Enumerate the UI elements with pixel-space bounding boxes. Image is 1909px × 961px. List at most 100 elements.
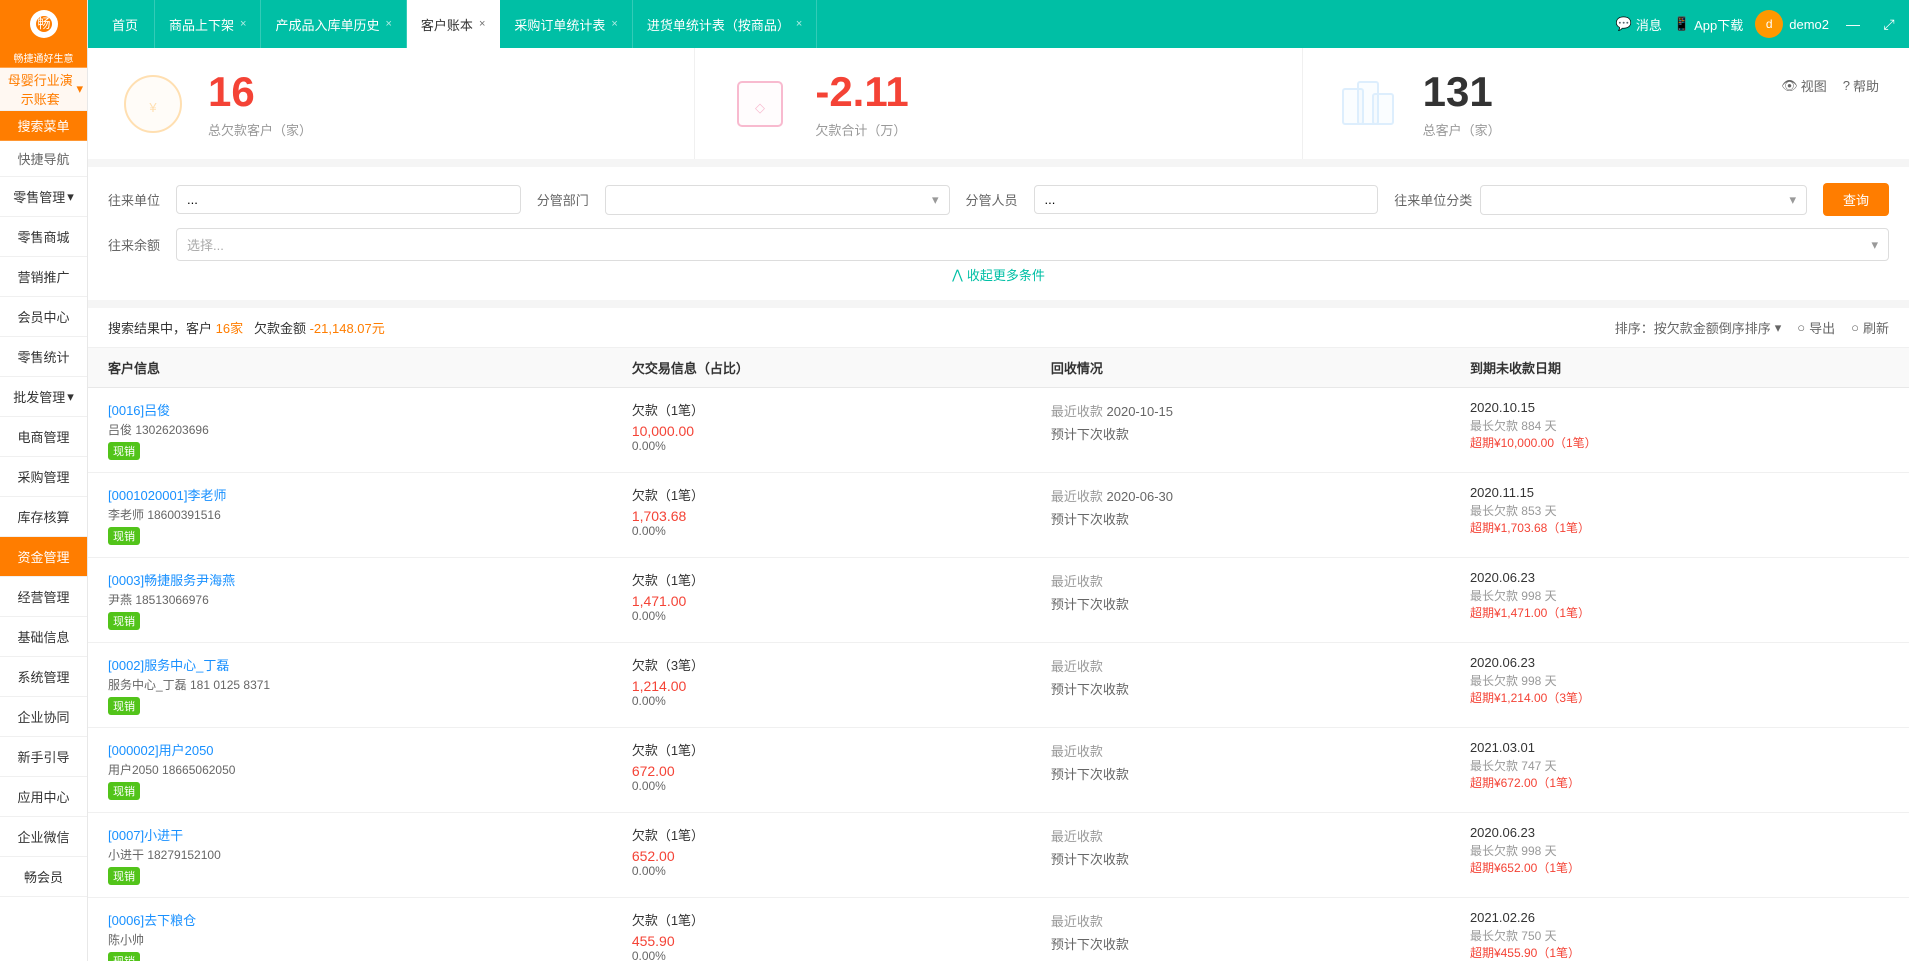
unit-category-filter: 往来单位分类 ▾ [1394, 185, 1807, 215]
sidebar-item-vip[interactable]: 畅会员 [0, 857, 87, 897]
collapse-filters-btn[interactable]: ⋀ 收起更多条件 [108, 265, 1889, 284]
debt-amount-2[interactable]: 1,471.00 [632, 593, 1051, 609]
customer-contact-0: 吕俊 13026203696 [108, 421, 632, 438]
customer-name-3[interactable]: [0002]服务中心_丁磊 [108, 655, 632, 674]
customer-name-0[interactable]: [0016]吕俊 [108, 400, 632, 419]
company-selector[interactable]: 母婴行业演示账套 ▾ [0, 68, 87, 111]
unit-category-select[interactable]: ▾ [1480, 185, 1807, 215]
sidebar-item-business[interactable]: 经营管理 [0, 577, 87, 617]
sidebar-item-capital[interactable]: 资金管理 [0, 537, 87, 577]
tab-incoming-stats[interactable]: 进货单统计表（按商品） × [633, 0, 817, 48]
tab-products-close[interactable]: × [240, 18, 246, 30]
search-button[interactable]: 查询 [1823, 183, 1889, 216]
customer-cell-1: [0001020001]李老师 李老师 18600391516 现销 [108, 485, 632, 545]
sidebar-item-retail-mall[interactable]: 零售商城 [0, 217, 87, 257]
customer-name-1[interactable]: [0001020001]李老师 [108, 485, 632, 504]
overdue-amount-6[interactable]: 超期¥455.90（1笔） [1470, 944, 1889, 961]
sidebar-search-area[interactable]: 搜索菜单 [0, 111, 87, 141]
sidebar-item-retail-mgmt[interactable]: 零售管理 ▾ [0, 177, 87, 217]
topbar: 首页 商品上下架 × 产成品入库单历史 × 客户账本 × 采购订单统计表 × 进… [88, 0, 1909, 48]
tab-home[interactable]: 首页 [96, 0, 155, 48]
refresh-btn[interactable]: ○ 刷新 [1851, 318, 1889, 337]
debt-amount-0[interactable]: 10,000.00 [632, 423, 1051, 439]
view-icon: 👁 [1781, 78, 1798, 94]
customer-name-4[interactable]: [000002]用户2050 [108, 740, 632, 759]
customer-name-2[interactable]: [0003]畅捷服务尹海燕 [108, 570, 632, 589]
inventory-label: 库存核算 [6, 507, 81, 526]
collection-cell-5: 最近收款 预计下次收款 [1051, 825, 1470, 872]
sidebar-item-marketing[interactable]: 营销推广 [0, 257, 87, 297]
debt-count-4: 欠款（1笔） [632, 740, 1051, 759]
from-unit-dots: ... [187, 192, 198, 207]
debt-amount-4[interactable]: 672.00 [632, 763, 1051, 779]
sidebar-item-enterprise-wechat[interactable]: 企业微信 [0, 817, 87, 857]
overdue-amount-4[interactable]: 超期¥672.00（1笔） [1470, 774, 1889, 791]
dept-select[interactable]: ▾ [605, 185, 950, 215]
overdue-amount-3[interactable]: 超期¥1,214.00（3笔） [1470, 689, 1889, 706]
window-maximize-btn[interactable]: ⤢ [1877, 12, 1901, 36]
sidebar-item-inventory[interactable]: 库存核算 [0, 497, 87, 537]
due-date-1: 2020.11.15 [1470, 485, 1889, 500]
overdue-amount-0[interactable]: 超期¥10,000.00（1笔） [1470, 434, 1889, 451]
due-date-3: 2020.06.23 [1470, 655, 1889, 670]
sidebar-item-app-center[interactable]: 应用中心 [0, 777, 87, 817]
tab-purchase-order-close[interactable]: × [611, 18, 617, 30]
due-date-0: 2020.10.15 [1470, 400, 1889, 415]
customer-contact-3: 服务中心_丁磊 181 0125 8371 [108, 676, 632, 693]
sidebar-item-new-guide[interactable]: 新手引导 [0, 737, 87, 777]
debt-cell-2: 欠款（1笔） 1,471.00 0.00% [632, 570, 1051, 623]
debt-amount-1[interactable]: 1,703.68 [632, 508, 1051, 524]
view-btn[interactable]: 👁 视图 [1781, 76, 1827, 95]
tab-incoming-stats-close[interactable]: × [796, 18, 802, 30]
due-date-5: 2020.06.23 [1470, 825, 1889, 840]
debt-count-0: 欠款（1笔） [632, 400, 1051, 419]
amount-label: 欠款金额 [254, 321, 306, 336]
overdue-amount-5[interactable]: 超期¥652.00（1笔） [1470, 859, 1889, 876]
overdue-amount-2[interactable]: 超期¥1,471.00（1笔） [1470, 604, 1889, 621]
help-btn[interactable]: ? 帮助 [1843, 76, 1879, 95]
stats-row: ¥ 16 总欠款客户（家） ◇ -2.11 欠款合计（万） [88, 48, 1909, 159]
dept-filter: 分管部门 ▾ [537, 185, 950, 215]
sidebar-item-purchase[interactable]: 采购管理 [0, 457, 87, 497]
export-btn[interactable]: ○ 导出 [1797, 318, 1835, 337]
overdue-amount-1[interactable]: 超期¥1,703.68（1笔） [1470, 519, 1889, 536]
retail-mall-label: 零售商城 [6, 227, 81, 246]
from-unit-input[interactable]: ... [176, 185, 521, 214]
col-customer-info: 客户信息 [108, 358, 632, 377]
sidebar-item-ecommerce[interactable]: 电商管理 [0, 417, 87, 457]
tab-customer-account-label: 客户账本 [421, 15, 473, 34]
sidebar-item-enterprise[interactable]: 企业协同 [0, 697, 87, 737]
debt-amount-6[interactable]: 455.90 [632, 933, 1051, 949]
tab-customer-account-close[interactable]: × [479, 18, 485, 30]
tab-customer-account[interactable]: 客户账本 × [407, 0, 500, 48]
sidebar-item-batch-mgmt[interactable]: 批发管理 ▾ [0, 377, 87, 417]
debt-amount-3[interactable]: 1,214.00 [632, 678, 1051, 694]
tab-purchase-order[interactable]: 采购订单统计表 × [500, 0, 632, 48]
user-menu[interactable]: d demo2 [1755, 10, 1829, 38]
debt-amount-5[interactable]: 652.00 [632, 848, 1051, 864]
tab-production-close[interactable]: × [385, 18, 391, 30]
tab-bar: 首页 商品上下架 × 产成品入库单历史 × 客户账本 × 采购订单统计表 × 进… [96, 0, 817, 48]
sidebar-quicknav[interactable]: 快捷导航 [0, 141, 87, 177]
manager-input[interactable]: ... [1034, 185, 1379, 214]
message-btn[interactable]: 💬 消息 [1616, 15, 1662, 34]
sidebar-item-system[interactable]: 系统管理 [0, 657, 87, 697]
balance-select[interactable]: 选择... ▾ [176, 228, 1889, 261]
content-area: ¥ 16 总欠款客户（家） ◇ -2.11 欠款合计（万） [88, 48, 1909, 961]
sidebar-item-basic-info[interactable]: 基础信息 [0, 617, 87, 657]
sidebar-item-member[interactable]: 会员中心 [0, 297, 87, 337]
vip-label: 畅会员 [6, 867, 81, 886]
overdue-days-0: 最长欠款 884 天 [1470, 417, 1889, 434]
overdue-cell-6: 2021.02.26 最长欠款 750 天 超期¥455.90（1笔） [1470, 910, 1889, 961]
unit-category-dropdown-icon: ▾ [1789, 192, 1796, 208]
customer-name-6[interactable]: [0006]去下粮仓 [108, 910, 632, 929]
window-minimize-btn[interactable]: — [1841, 12, 1865, 36]
customer-cell-2: [0003]畅捷服务尹海燕 尹燕 18513066976 现销 [108, 570, 632, 630]
sidebar-item-retail-stats[interactable]: 零售统计 [0, 337, 87, 377]
customer-name-5[interactable]: [0007]小进干 [108, 825, 632, 844]
tab-products[interactable]: 商品上下架 × [155, 0, 261, 48]
overdue-customers-info: 16 总欠款客户（家） [208, 68, 664, 139]
app-download-btn[interactable]: 📱 App下载 [1674, 15, 1743, 34]
sort-selector[interactable]: 排序：按欠款金额倒序排序 ▾ [1615, 318, 1782, 337]
tab-production[interactable]: 产成品入库单历史 × [261, 0, 406, 48]
